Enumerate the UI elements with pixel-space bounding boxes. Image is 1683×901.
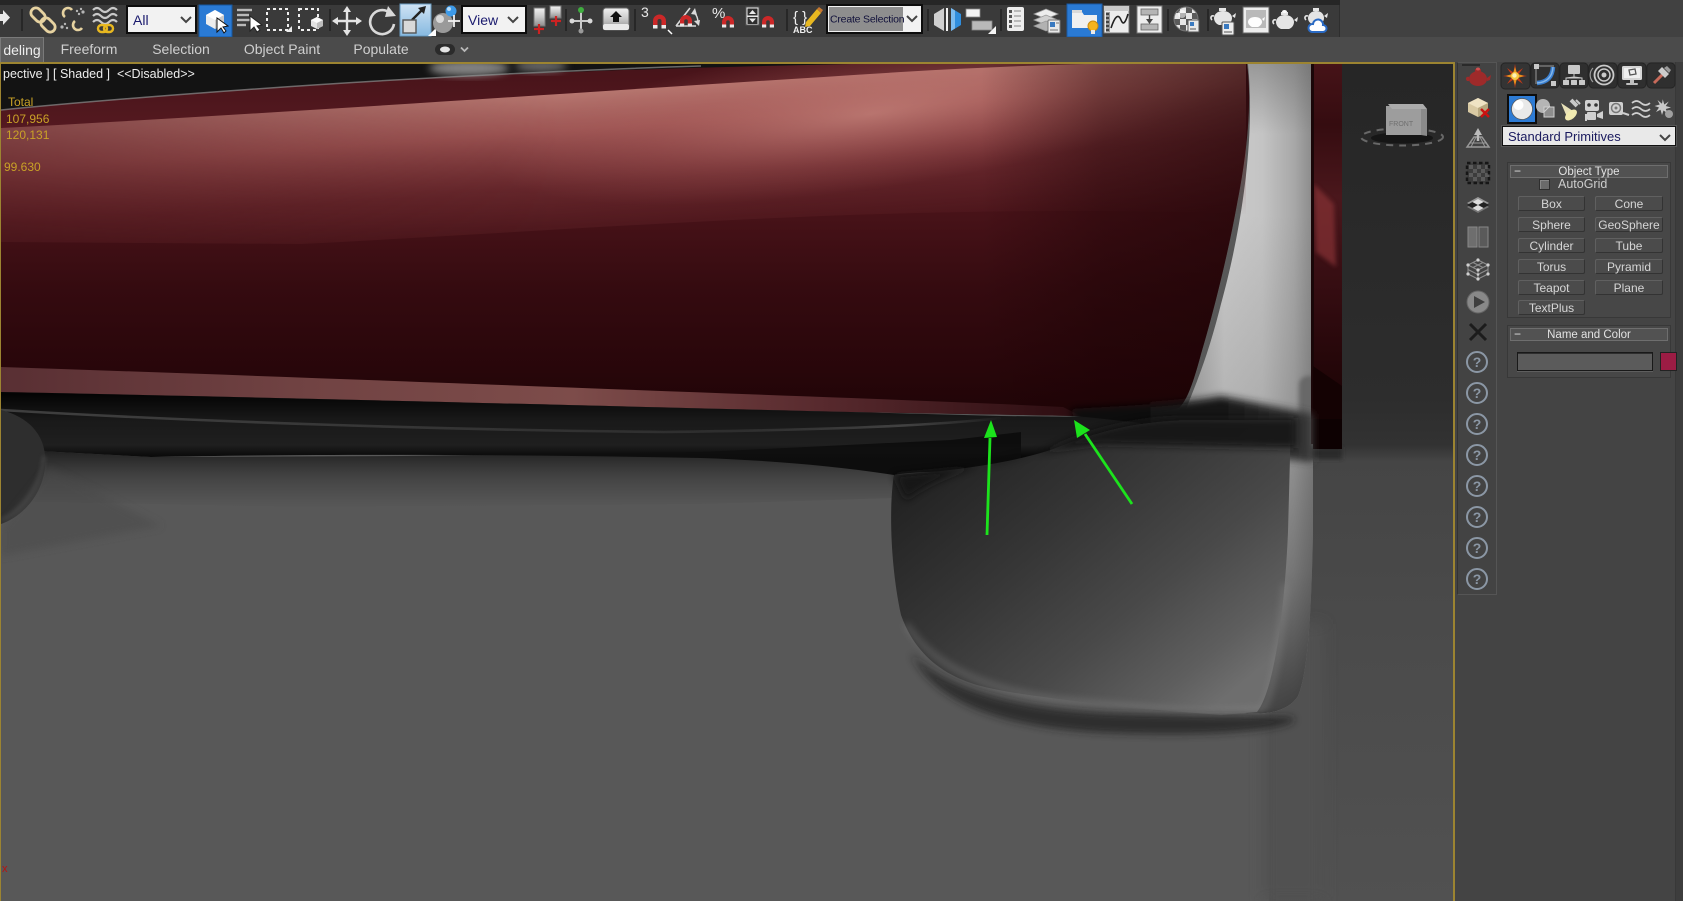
svg-text:FRONT: FRONT [1389, 121, 1414, 128]
svg-text:ABC: ABC [793, 25, 813, 35]
svg-text:x: x [2, 863, 8, 875]
svg-text:All: All [133, 12, 149, 28]
svg-text:{ }: { } [793, 9, 807, 26]
svg-text:View: View [468, 12, 499, 28]
svg-text:3: 3 [641, 4, 649, 20]
